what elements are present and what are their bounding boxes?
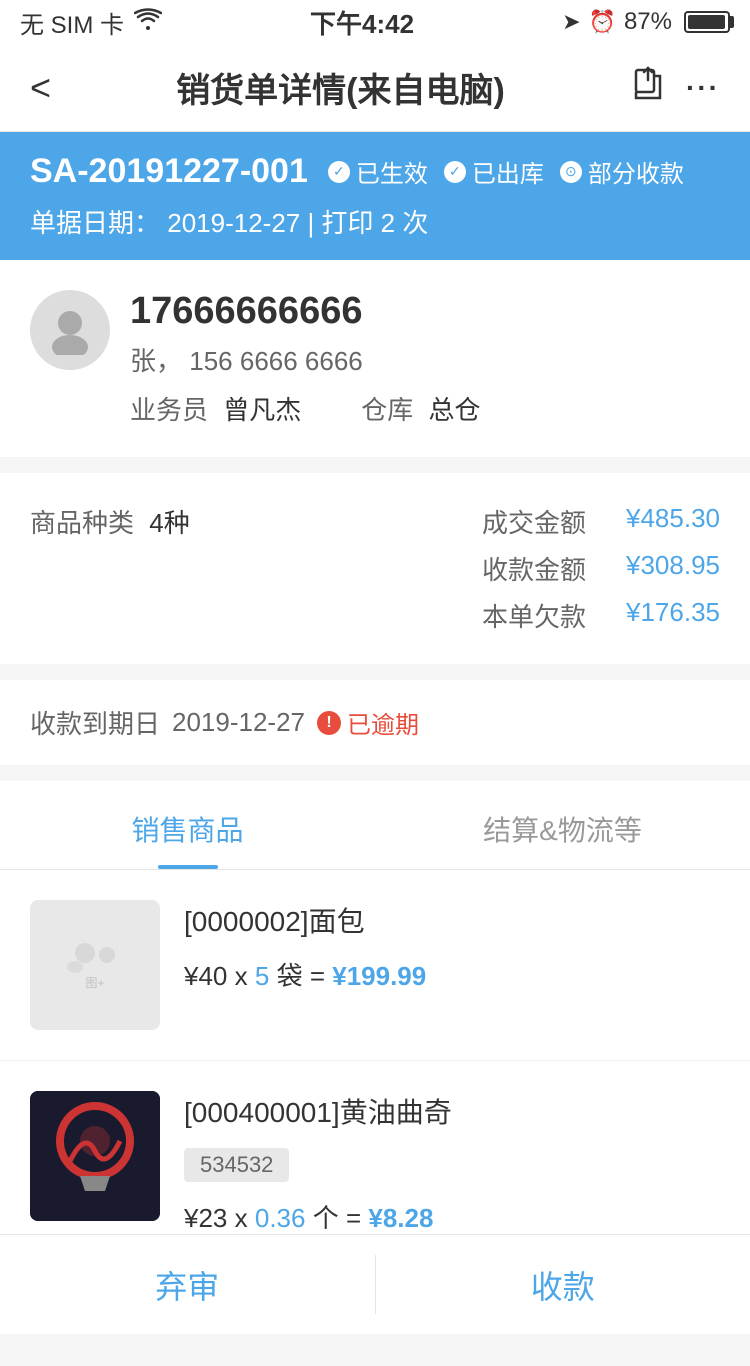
product-list: 图+ [0000002]面包 ¥40 x 5 袋 = ¥199.99 xyxy=(0,870,750,1266)
bottom-bar: 弃审 收款 xyxy=(0,1234,750,1334)
badge-effective: ✓ 已生效 xyxy=(328,154,428,189)
customer-section: 17666666666 张， 156 6666 6666 业务员 曾凡杰 仓库 … xyxy=(0,260,750,457)
status-left: 无 SIM 卡 xyxy=(20,5,162,40)
back-button[interactable]: < xyxy=(30,67,51,109)
product-type-item: 商品种类 4种 xyxy=(30,503,190,540)
overdue-icon: ! xyxy=(317,711,341,735)
badge-partial: ⊙ 部分收款 xyxy=(560,154,684,189)
location-icon: ➤ xyxy=(562,9,580,35)
product-item-1: 图+ [0000002]面包 ¥40 x 5 袋 = ¥199.99 xyxy=(0,870,750,1061)
share-icon[interactable] xyxy=(630,66,666,110)
sales-meta: 业务员 曾凡杰 xyxy=(130,390,301,427)
battery-percent: 87% xyxy=(624,8,672,36)
product-name-1: [0000002]面包 xyxy=(184,900,720,940)
due-label: 收款到期日 xyxy=(30,704,160,741)
customer-name-phone: 张， 156 6666 6666 xyxy=(130,341,720,378)
abandon-review-button[interactable]: 弃审 xyxy=(0,1235,375,1334)
overdue-badge: ! 已逾期 xyxy=(317,705,419,740)
customer-avatar xyxy=(30,290,110,370)
product-price-2: ¥23 x 0.36 个 = ¥8.28 xyxy=(184,1198,720,1235)
summary-left: 商品种类 4种 xyxy=(30,503,190,540)
customer-id: 17666666666 xyxy=(130,290,720,333)
amount-item: 成交金额 ¥485.30 xyxy=(482,503,720,540)
page-title: 销货单详情(来自电脑) xyxy=(176,63,505,112)
nav-actions: ··· xyxy=(630,66,720,110)
nav-bar: < 销货单详情(来自电脑) ··· xyxy=(0,44,750,132)
collect-payment-button[interactable]: 收款 xyxy=(376,1235,750,1334)
due-section: 收款到期日 2019-12-27 ! 已逾期 xyxy=(0,680,750,765)
carrier-text: 无 SIM 卡 xyxy=(20,5,124,40)
tab-sales-products[interactable]: 销售商品 xyxy=(0,781,375,869)
owed-item: 本单欠款 ¥176.35 xyxy=(482,597,720,634)
header-banner: SA-20191227-001 ✓ 已生效 ✓ 已出库 ⊙ 部分收款 单据日期：… xyxy=(0,132,750,260)
status-right: ➤ ⏰ 87% xyxy=(562,8,730,36)
clock-icon: ⊙ xyxy=(560,161,582,183)
due-date: 2019-12-27 xyxy=(172,707,305,738)
status-badges: ✓ 已生效 ✓ 已出库 ⊙ 部分收款 xyxy=(328,154,684,189)
status-bar: 无 SIM 卡 下午4:42 ➤ ⏰ 87% xyxy=(0,0,750,44)
product-price-1: ¥40 x 5 袋 = ¥199.99 xyxy=(184,956,720,993)
banner-date: 单据日期： 2019-12-27 | 打印 2 次 xyxy=(30,203,720,240)
svg-text:图+: 图+ xyxy=(85,976,104,990)
tabs-section: 销售商品 结算&物流等 xyxy=(0,781,750,870)
received-item: 收款金额 ¥308.95 xyxy=(482,550,720,587)
more-icon[interactable]: ··· xyxy=(686,72,720,104)
check-icon-1: ✓ xyxy=(328,161,350,183)
wifi-icon xyxy=(134,8,162,37)
tab-settlement[interactable]: 结算&物流等 xyxy=(375,781,750,869)
check-icon-2: ✓ xyxy=(444,161,466,183)
overdue-text: 已逾期 xyxy=(347,705,419,740)
product-sku-2: 534532 xyxy=(184,1148,289,1182)
customer-meta: 业务员 曾凡杰 仓库 总仓 xyxy=(130,390,720,427)
status-time: 下午4:42 xyxy=(310,4,414,41)
customer-info: 17666666666 张， 156 6666 6666 业务员 曾凡杰 仓库 … xyxy=(130,290,720,427)
summary-section: 商品种类 4种 成交金额 ¥485.30 收款金额 ¥308.95 本单欠款 ¥… xyxy=(0,473,750,664)
product-info-1: [0000002]面包 ¥40 x 5 袋 = ¥199.99 xyxy=(184,900,720,993)
summary-right: 成交金额 ¥485.30 收款金额 ¥308.95 本单欠款 ¥176.35 xyxy=(482,503,720,634)
badge-shipped: ✓ 已出库 xyxy=(444,154,544,189)
product-image-1: 图+ xyxy=(30,900,160,1030)
alarm-icon: ⏰ xyxy=(589,9,616,35)
order-id: SA-20191227-001 xyxy=(30,152,308,191)
product-name-2: [000400001]黄油曲奇 xyxy=(184,1091,720,1131)
battery-icon xyxy=(684,11,730,33)
product-info-2: [000400001]黄油曲奇 534532 ¥23 x 0.36 个 = ¥8… xyxy=(184,1091,720,1235)
product-image-2 xyxy=(30,1091,160,1221)
warehouse-meta: 仓库 总仓 xyxy=(361,390,480,427)
